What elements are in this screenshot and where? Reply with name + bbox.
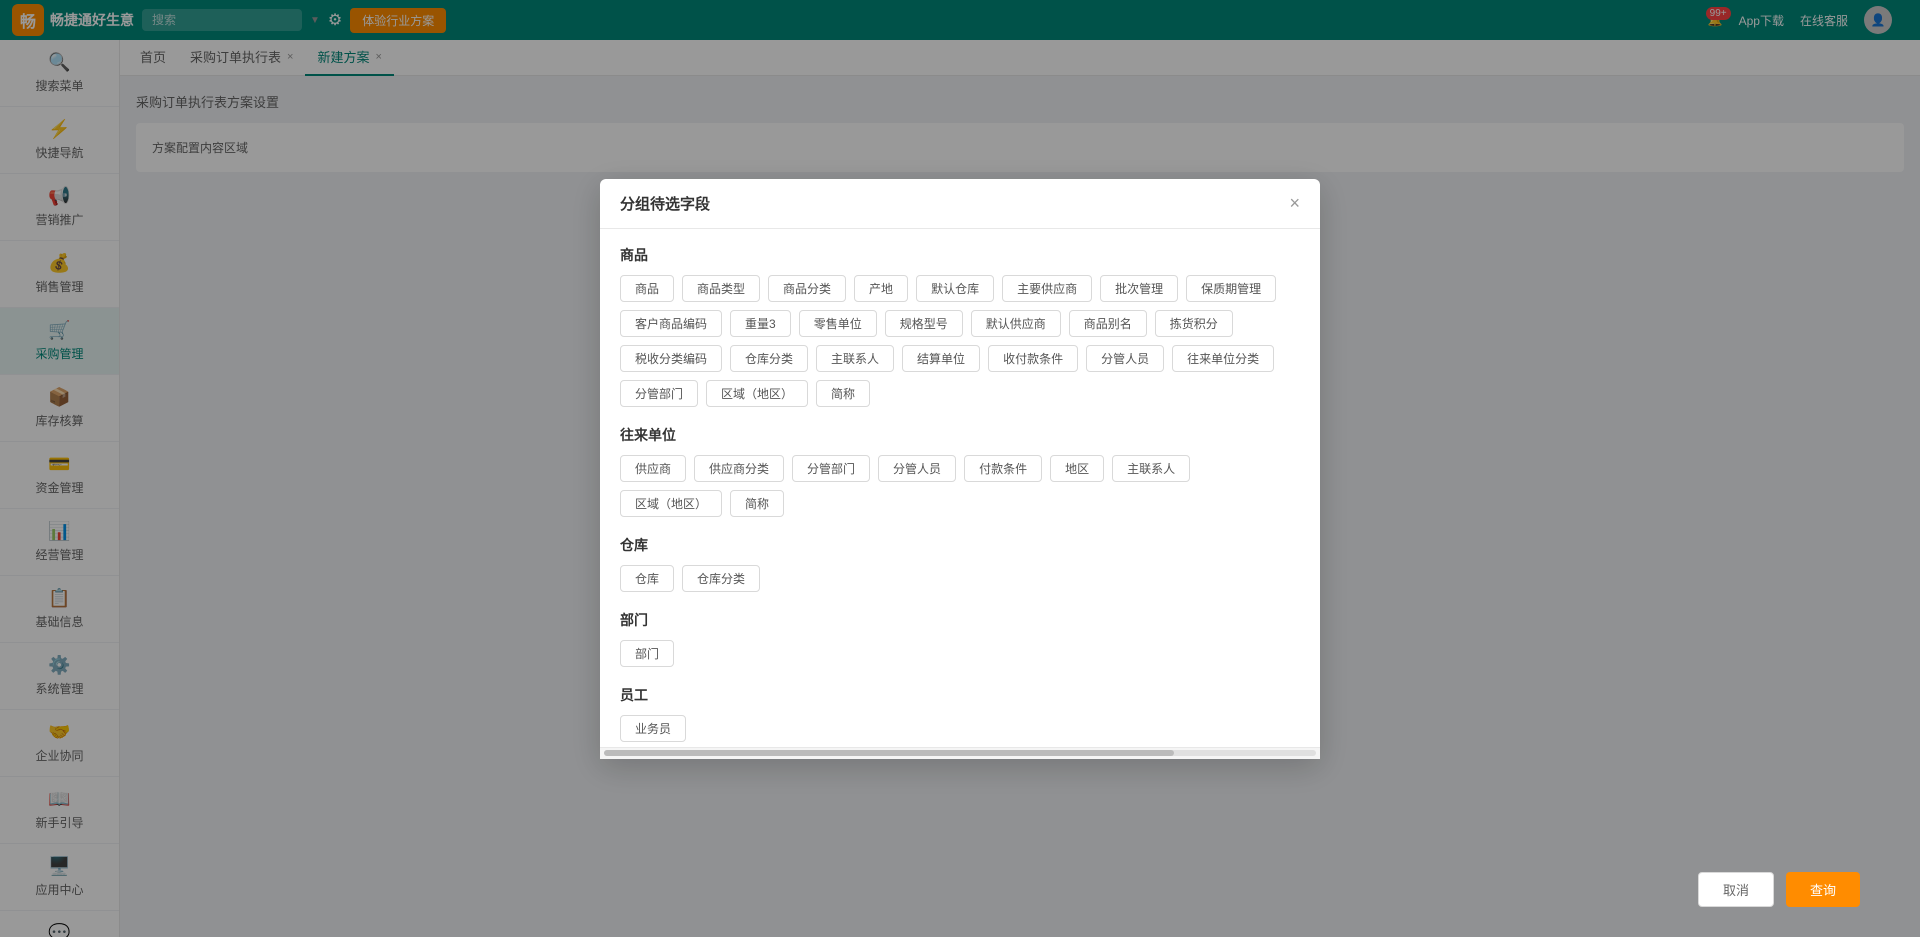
field-tag-retail-unit[interactable]: 零售单位 [799,310,877,337]
field-tag-region-product[interactable]: 区域（地区） [706,380,808,407]
field-tag-tax-code[interactable]: 税收分类编码 [620,345,722,372]
modal-overlay: 分组待选字段 × 商品 商品 商品类型 商品分类 产地 默认仓库 主要供应商 批… [0,0,1920,937]
field-tag-short-name-trans[interactable]: 简称 [730,490,784,517]
confirm-button[interactable]: 查询 [1786,872,1860,907]
field-tag-default-warehouse[interactable]: 默认仓库 [916,275,994,302]
field-tag-main-contact[interactable]: 主联系人 [1112,455,1190,482]
section-warehouse-title: 仓库 [620,535,1300,555]
field-tag-supplier[interactable]: 供应商 [620,455,686,482]
field-tag-transaction-category[interactable]: 往来单位分类 [1172,345,1274,372]
section-warehouse: 仓库 仓库 仓库分类 [620,535,1300,592]
modal-hscrollbar[interactable] [600,747,1320,759]
modal-close-button[interactable]: × [1289,193,1300,214]
section-employee-fields: 业务员 [620,715,1300,742]
field-tag-department[interactable]: 部门 [620,640,674,667]
field-tag-main-supplier[interactable]: 主要供应商 [1002,275,1092,302]
field-tag-product-alias[interactable]: 商品别名 [1069,310,1147,337]
cancel-button[interactable]: 取消 [1698,872,1774,907]
field-tag-short-name-product[interactable]: 简称 [816,380,870,407]
field-tag-customer-code[interactable]: 客户商品编码 [620,310,722,337]
section-transaction-fields: 供应商 供应商分类 分管部门 分管人员 付款条件 地区 主联系人 区域（地区） … [620,455,1300,517]
modal-dialog: 分组待选字段 × 商品 商品 商品类型 商品分类 产地 默认仓库 主要供应商 批… [600,179,1320,759]
modal-footer: 取消 查询 [1698,872,1860,907]
field-tag-weight3[interactable]: 重量3 [730,310,791,337]
section-transaction-title: 往来单位 [620,425,1300,445]
field-tag-region-trans[interactable]: 区域（地区） [620,490,722,517]
field-tag-sup-supervisor[interactable]: 分管人员 [878,455,956,482]
section-department-title: 部门 [620,610,1300,630]
field-tag-dept[interactable]: 分管部门 [620,380,698,407]
field-tag-area[interactable]: 地区 [1050,455,1104,482]
section-warehouse-fields: 仓库 仓库分类 [620,565,1300,592]
field-tag-warehouse[interactable]: 仓库 [620,565,674,592]
field-tag-sup-dept[interactable]: 分管部门 [792,455,870,482]
field-tag-product[interactable]: 商品 [620,275,674,302]
field-tag-batch-mgmt[interactable]: 批次管理 [1100,275,1178,302]
field-tag-payment-terms[interactable]: 收付款条件 [988,345,1078,372]
section-product: 商品 商品 商品类型 商品分类 产地 默认仓库 主要供应商 批次管理 保质期管理… [620,245,1300,407]
section-employee-title: 员工 [620,685,1300,705]
field-tag-product-type[interactable]: 商品类型 [682,275,760,302]
field-tag-payment-condition[interactable]: 付款条件 [964,455,1042,482]
field-tag-supplier-category[interactable]: 供应商分类 [694,455,784,482]
field-tag-spec-model[interactable]: 规格型号 [885,310,963,337]
field-tag-default-supplier[interactable]: 默认供应商 [971,310,1061,337]
section-department-fields: 部门 [620,640,1300,667]
field-tag-salesperson[interactable]: 业务员 [620,715,686,742]
field-tag-warehouse-cat[interactable]: 仓库分类 [682,565,760,592]
section-department: 部门 部门 [620,610,1300,667]
field-tag-warehouse-category[interactable]: 仓库分类 [730,345,808,372]
field-tag-supervisor[interactable]: 分管人员 [1086,345,1164,372]
modal-title: 分组待选字段 [620,193,710,214]
field-tag-pick-score[interactable]: 拣货积分 [1155,310,1233,337]
section-product-title: 商品 [620,245,1300,265]
field-tag-contact[interactable]: 主联系人 [816,345,894,372]
modal-header: 分组待选字段 × [600,179,1320,229]
field-tag-shelf-life[interactable]: 保质期管理 [1186,275,1276,302]
field-tag-origin[interactable]: 产地 [854,275,908,302]
field-tag-product-category[interactable]: 商品分类 [768,275,846,302]
field-tag-settlement-unit[interactable]: 结算单位 [902,345,980,372]
section-employee: 员工 业务员 [620,685,1300,742]
section-product-fields: 商品 商品类型 商品分类 产地 默认仓库 主要供应商 批次管理 保质期管理 客户… [620,275,1300,407]
modal-body[interactable]: 商品 商品 商品类型 商品分类 产地 默认仓库 主要供应商 批次管理 保质期管理… [600,229,1320,747]
section-transaction: 往来单位 供应商 供应商分类 分管部门 分管人员 付款条件 地区 主联系人 区域… [620,425,1300,517]
